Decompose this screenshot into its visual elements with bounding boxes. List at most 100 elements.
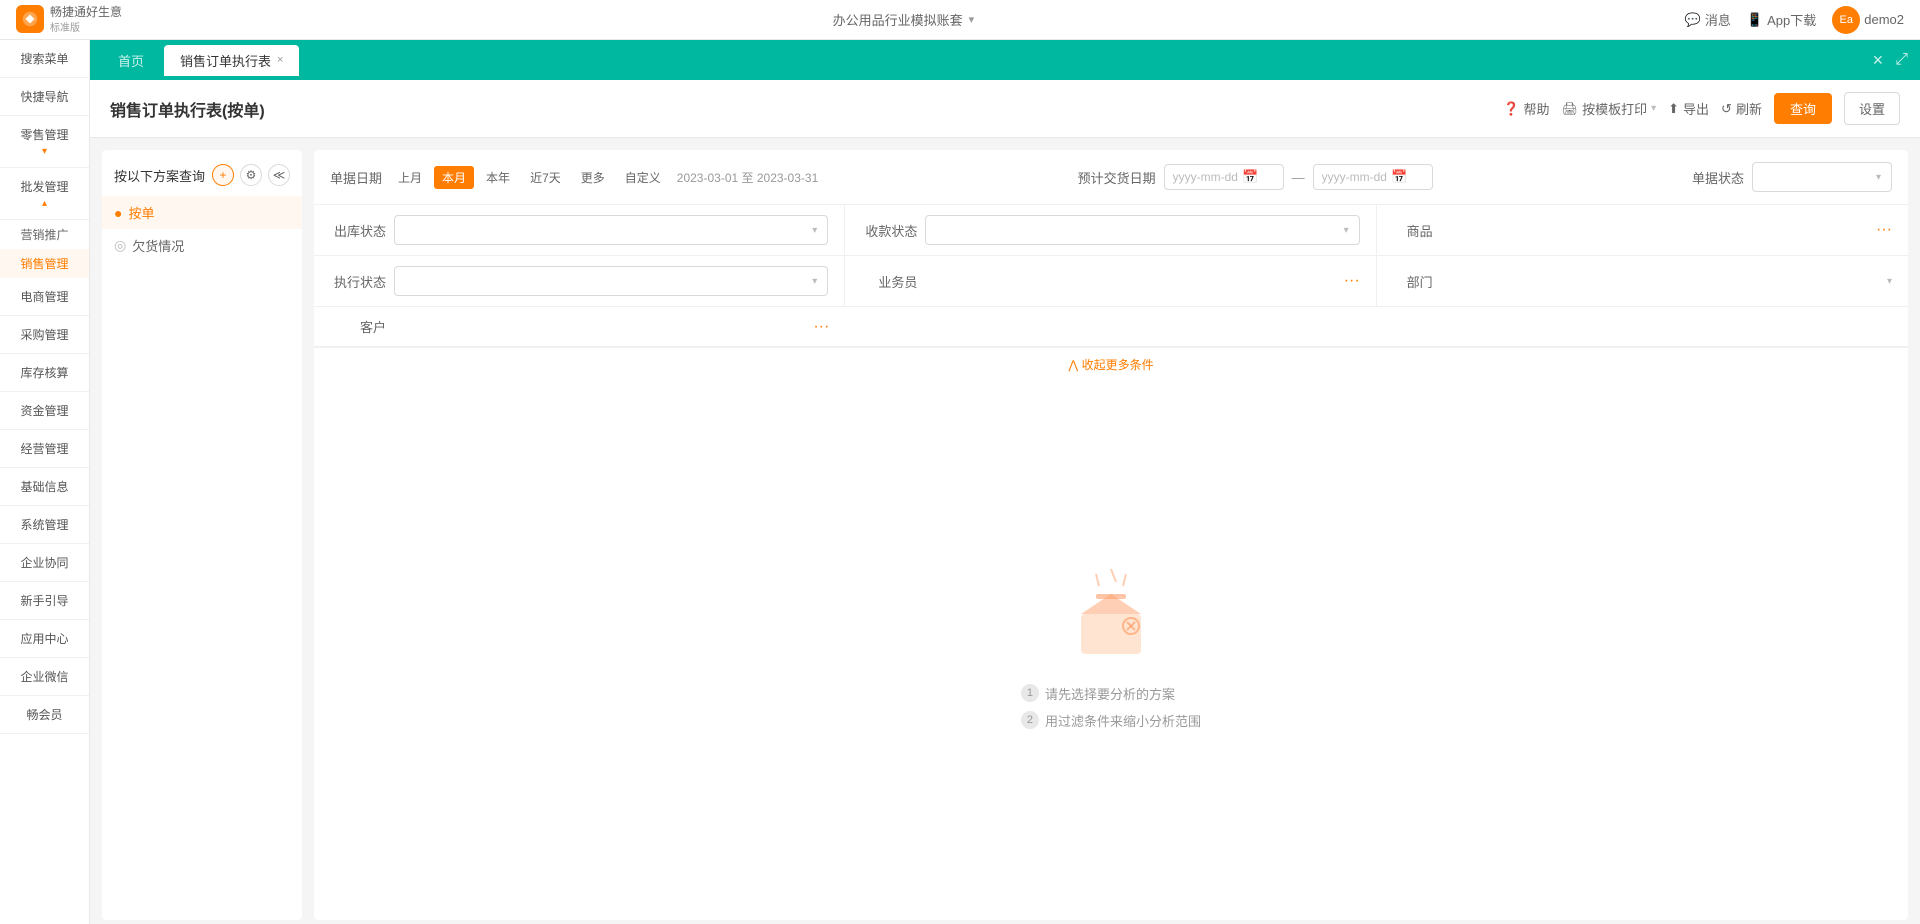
app-icon: 📱 — [1747, 12, 1763, 28]
logo-area: 畅捷通好生意 标准版 — [16, 5, 122, 34]
settings-button[interactable]: 设置 — [1844, 92, 1900, 125]
wholesale-arrow: ▴ — [42, 198, 47, 209]
date-tab-7days[interactable]: 近7天 — [522, 166, 569, 189]
message-button[interactable]: 💬 消息 — [1685, 10, 1731, 29]
salesperson-more-icon[interactable]: ··· — [1344, 272, 1360, 290]
sidebar-item-enterprise[interactable]: 企业协同 — [0, 544, 89, 582]
expected-date-label: 预计交货日期 — [1078, 168, 1156, 187]
refresh-button[interactable]: ↺ 刷新 — [1721, 99, 1762, 118]
empty-tips: 1 请先选择要分析的方案 2 用过滤条件来缩小分析范围 — [1021, 684, 1201, 738]
customer-filter: 客户 ··· — [314, 307, 845, 346]
collapse-bar[interactable]: ⋀ 收起更多条件 — [314, 347, 1908, 381]
exec-label: 执行状态 — [330, 272, 386, 291]
app-download-button[interactable]: 📱 App下载 — [1747, 10, 1816, 29]
retail-arrow: ▾ — [42, 146, 47, 157]
sidebar-item-wholesale[interactable]: 批发管理 ▴ — [0, 168, 89, 220]
payment-select[interactable]: ▾ — [925, 215, 1359, 245]
main-panel: 按以下方案查询 + ⚙ ≪ ● 按单 ◎ 欠货情况 — [90, 138, 1920, 924]
sidebar-item-inventory[interactable]: 库存核算 — [0, 354, 89, 392]
collapse-button[interactable]: ≪ — [268, 164, 290, 186]
user-menu[interactable]: Ea demo2 — [1832, 6, 1904, 34]
status-label: 单据状态 — [1692, 168, 1744, 187]
scheme-item-shortage[interactable]: ◎ 欠货情况 — [102, 229, 302, 262]
company-chevron[interactable]: ▾ — [969, 13, 975, 26]
left-panel-actions: + ⚙ ≪ — [212, 164, 290, 186]
tab-home[interactable]: 首页 — [102, 45, 160, 76]
sidebar-item-members[interactable]: 畅会员 — [0, 696, 89, 734]
scheme-shortage-label: 欠货情况 — [132, 236, 184, 255]
main-layout: 搜索菜单 快捷导航 零售管理 ▾ 批发管理 ▴ 营销推广 销售管理 电商管理 采… — [0, 40, 1920, 924]
sidebar-item-purchase[interactable]: 采购管理 — [0, 316, 89, 354]
settings-scheme-button[interactable]: ⚙ — [240, 164, 262, 186]
date-tab-last-month[interactable]: 上月 — [390, 166, 430, 189]
dept-chevron: ▾ — [1887, 276, 1892, 287]
add-scheme-button[interactable]: + — [212, 164, 234, 186]
sidebar-sub-marketing[interactable]: 营销推广 — [0, 220, 89, 249]
scheme-item-single[interactable]: ● 按单 — [102, 196, 302, 229]
page-header-actions: ❓ 帮助 🖨 按模板打印 ▾ ⬆ 导出 ↺ 刷新 — [1503, 92, 1900, 125]
delivery-select[interactable]: ▾ — [394, 215, 828, 245]
tab-bar-actions: × ⤢ — [1873, 50, 1908, 71]
goods-filter: 商品 ··· — [1377, 205, 1908, 255]
sidebar-item-base-info[interactable]: 基础信息 — [0, 468, 89, 506]
date-placeholder-1: yyyy-mm-dd — [1173, 170, 1238, 184]
scheme-active-icon: ● — [114, 205, 122, 221]
dept-filter: 部门 ▾ — [1377, 256, 1908, 306]
sidebar-item-system[interactable]: 系统管理 — [0, 506, 89, 544]
window-maximize-icon[interactable]: ⤢ — [1895, 51, 1908, 69]
filter-row-1: 单据日期 上月 本月 本年 近7天 更多 自定义 2023-03-01 — [314, 150, 1908, 205]
goods-more-icon[interactable]: ··· — [1876, 221, 1892, 239]
top-center: 办公用品行业模拟账套 ▾ — [833, 10, 975, 29]
window-close-icon[interactable]: × — [1873, 50, 1884, 71]
sidebar-item-finance[interactable]: 资金管理 — [0, 392, 89, 430]
tab-close-icon[interactable]: × — [277, 54, 283, 66]
print-button[interactable]: 🖨 按模板打印 ▾ — [1562, 99, 1657, 118]
refresh-icon: ↺ — [1721, 101, 1732, 117]
filter-row-3: 执行状态 ▾ 业务员 ··· 部门 — [314, 256, 1908, 307]
tip-num-2: 2 — [1021, 711, 1039, 729]
export-button[interactable]: ⬆ 导出 — [1668, 99, 1709, 118]
logo-title: 畅捷通好生意 — [50, 5, 122, 19]
empty-state: 1 请先选择要分析的方案 2 用过滤条件来缩小分析范围 — [314, 381, 1908, 920]
expected-date-end[interactable]: yyyy-mm-dd 📅 — [1313, 164, 1433, 190]
date-tab-more[interactable]: 更多 — [573, 166, 613, 189]
page-header: 销售订单执行表(按单) ❓ 帮助 🖨 按模板打印 ▾ ⬆ 导出 — [90, 80, 1920, 138]
sidebar-item-shortcuts[interactable]: 快捷导航 — [0, 78, 89, 116]
sidebar-item-search[interactable]: 搜索菜单 — [0, 40, 89, 78]
exec-filter: 执行状态 ▾ — [314, 256, 845, 306]
date-tab-this-year[interactable]: 本年 — [478, 166, 518, 189]
top-bar-left: 畅捷通好生意 标准版 — [16, 5, 122, 34]
sidebar-item-retail[interactable]: 零售管理 ▾ — [0, 116, 89, 168]
delivery-filter: 出库状态 ▾ — [314, 205, 845, 255]
tip-num-1: 1 — [1021, 684, 1039, 702]
sidebar-item-wechat[interactable]: 企业微信 — [0, 658, 89, 696]
filter-row-2: 出库状态 ▾ 收款状态 ▾ — [314, 205, 1908, 256]
status-select[interactable]: ▾ — [1752, 162, 1892, 192]
logo-text-block: 畅捷通好生意 标准版 — [50, 5, 122, 34]
tab-sales-order[interactable]: 销售订单执行表 × — [164, 45, 299, 76]
help-button[interactable]: ❓ 帮助 — [1503, 99, 1549, 118]
sidebar-item-apps[interactable]: 应用中心 — [0, 620, 89, 658]
sidebar-sub-sales[interactable]: 销售管理 — [0, 249, 89, 278]
sidebar-item-newbie[interactable]: 新手引导 — [0, 582, 89, 620]
payment-filter: 收款状态 ▾ — [845, 205, 1376, 255]
sidebar-item-operations[interactable]: 经营管理 — [0, 430, 89, 468]
sidebar: 搜索菜单 快捷导航 零售管理 ▾ 批发管理 ▴ 营销推广 销售管理 电商管理 采… — [0, 40, 90, 924]
logo-sub: 标准版 — [50, 19, 122, 34]
exec-select[interactable]: ▾ — [394, 266, 828, 296]
exec-chevron: ▾ — [812, 276, 817, 287]
export-icon: ⬆ — [1668, 101, 1679, 117]
customer-more-icon[interactable]: ··· — [813, 318, 829, 336]
payment-chevron: ▾ — [1344, 225, 1349, 236]
status-group: 单据状态 ▾ — [1692, 162, 1892, 192]
salesperson-filter: 业务员 ··· — [845, 256, 1376, 306]
expected-date-start[interactable]: yyyy-mm-dd 📅 — [1164, 164, 1284, 190]
date-tab-this-month[interactable]: 本月 — [434, 166, 474, 189]
username: demo2 — [1864, 12, 1904, 27]
calendar-icon-2: 📅 — [1391, 169, 1407, 185]
search-button[interactable]: 查询 — [1774, 93, 1832, 124]
date-tab-custom[interactable]: 自定义 — [617, 166, 669, 189]
sidebar-item-ecommerce[interactable]: 电商管理 — [0, 278, 89, 316]
date-range-text: 2023-03-01 至 2023-03-31 — [677, 169, 818, 186]
avatar: Ea — [1832, 6, 1860, 34]
